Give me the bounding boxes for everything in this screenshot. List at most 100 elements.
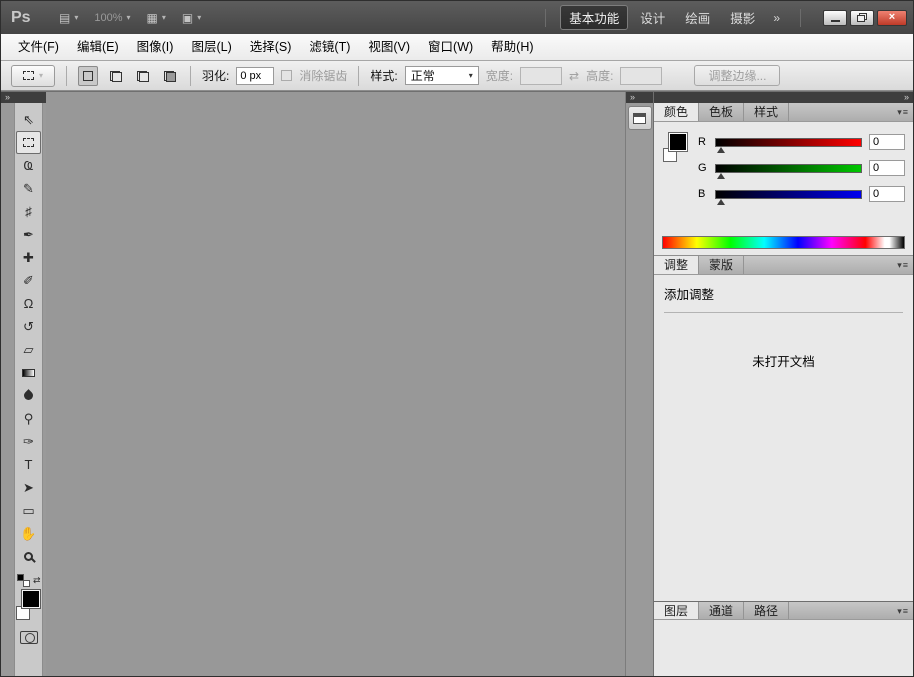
green-value-input[interactable] [869, 160, 905, 176]
hand-tool[interactable]: ✋ [16, 522, 41, 545]
menu-file[interactable]: 文件(F) [9, 34, 68, 60]
menu-edit[interactable]: 编辑(E) [68, 34, 128, 60]
red-value-input[interactable] [869, 134, 905, 150]
spot-healing-brush-icon: ✚ [23, 249, 34, 265]
feather-input[interactable] [236, 66, 275, 85]
tab-masks[interactable]: 蒙版 [699, 256, 745, 274]
blue-slider-thumb[interactable] [717, 198, 725, 205]
spot-healing-brush-tool[interactable]: ✚ [16, 246, 41, 269]
menu-filter[interactable]: 滤镜(T) [300, 34, 359, 60]
adjustments-panel: 调整 蒙版 ▾≡ 添加调整 未打开文档 [654, 256, 913, 601]
eraser-tool[interactable]: ▱ [16, 338, 41, 361]
rectangular-marquee-tool[interactable] [16, 131, 41, 154]
panel-menu-icon[interactable]: ▾≡ [897, 606, 909, 617]
ps-logo: Ps [11, 8, 31, 26]
workspace-essentials-button[interactable]: 基本功能 [560, 5, 629, 30]
panel-dock: » 颜色 色板 样式 ▾≡ R 0 G 0 B 0 调整 蒙版 ▾≡ 添加调整 … [653, 92, 913, 676]
path-selection-tool[interactable]: ➤ [16, 476, 41, 499]
crop-tool[interactable]: ♯ [16, 200, 41, 223]
tab-styles[interactable]: 样式 [744, 103, 790, 121]
default-colors-icon[interactable] [17, 574, 30, 587]
close-button[interactable]: × [877, 9, 907, 26]
menu-window[interactable]: 窗口(W) [419, 34, 482, 60]
add-selection-mode-button[interactable] [105, 66, 125, 86]
dodge-tool[interactable]: ⚲ [16, 407, 41, 430]
new-selection-mode-button[interactable] [78, 65, 98, 86]
brush-icon: ✐ [23, 272, 34, 288]
background-color-swatch[interactable] [15, 606, 30, 620]
lasso-tool[interactable]: Ҩ [16, 154, 41, 177]
zoom-icon [24, 552, 33, 561]
restore-button[interactable] [850, 9, 874, 26]
foreground-color-swatch[interactable] [20, 589, 41, 609]
layers-tabbar: 图层 通道 路径 ▾≡ [654, 601, 913, 620]
type-tool[interactable]: T [16, 453, 41, 476]
color-swatches [15, 589, 42, 623]
tab-color[interactable]: 颜色 [654, 103, 700, 121]
adjustments-body: 添加调整 未打开文档 [654, 275, 913, 601]
rgb-sliders: R G B [698, 132, 905, 226]
menu-help[interactable]: 帮助(H) [482, 34, 542, 60]
swap-colors-icon[interactable]: ⇄ [33, 575, 41, 586]
refine-edge-button: 调整边缘... [694, 65, 781, 86]
divider [545, 8, 547, 27]
brush-tool[interactable]: ✐ [16, 269, 41, 292]
tab-channels[interactable]: 通道 [699, 602, 745, 619]
tool-options-bar: ▾ 羽化: 消除锯齿 样式: 正常 ▾ 宽度: ⇄ 高度: 调整边缘... [1, 61, 913, 91]
blue-slider[interactable] [715, 189, 862, 205]
minimize-button[interactable] [823, 9, 847, 26]
pen-tool[interactable]: ✑ [16, 430, 41, 453]
app-bar-tools: ▤ ▾ 100% ▾ ▦ ▾ ▣ ▾ [59, 11, 201, 25]
view-extras-button[interactable]: ▦ ▾ [147, 11, 166, 25]
menu-image[interactable]: 图像(I) [128, 34, 183, 60]
chevron-down-icon: ▾ [74, 13, 79, 22]
main-area: » ⇖ Ҩ ✎ ♯ ✒ ✚ ✐ Ω ↺ ▱ ⚲ ✑ T ➤ ▭ ✋ ⇄ » » … [1, 91, 913, 676]
menu-select[interactable]: 选择(S) [241, 34, 301, 60]
gradient-tool[interactable] [16, 361, 41, 384]
subtract-selection-mode-button[interactable] [132, 66, 152, 86]
quick-selection-tool[interactable]: ✎ [16, 177, 41, 200]
eyedropper-tool[interactable]: ✒ [16, 223, 41, 246]
tab-swatches[interactable]: 色板 [699, 103, 745, 121]
tool-preset-picker[interactable]: ▾ [11, 64, 55, 87]
screen-mode-button[interactable]: ▣ ▾ [182, 11, 201, 25]
zoom-tool[interactable] [16, 545, 41, 568]
tab-paths[interactable]: 路径 [744, 602, 790, 619]
panel-color-swatches [662, 132, 698, 226]
blue-value-input[interactable] [869, 186, 905, 202]
workspace-design-button[interactable]: 设计 [632, 6, 673, 29]
red-slider[interactable] [715, 137, 862, 153]
green-slider-thumb[interactable] [717, 172, 725, 179]
blur-tool[interactable] [16, 384, 41, 407]
green-channel-label: G [698, 162, 707, 174]
mini-dock-collapse-strip[interactable]: » [626, 92, 653, 103]
view-extras-icon: ▦ [146, 10, 158, 25]
quick-mask-button[interactable] [19, 631, 38, 644]
style-select-value: 正常 [410, 69, 435, 83]
tab-layers[interactable]: 图层 [654, 602, 700, 619]
rectangle-tool[interactable]: ▭ [16, 499, 41, 522]
panel-menu-icon[interactable]: ▾≡ [897, 260, 909, 271]
workspace-overflow-chevron[interactable]: » [767, 11, 786, 25]
collapsed-panel-button[interactable] [627, 106, 652, 130]
red-slider-thumb[interactable] [717, 146, 725, 153]
style-select[interactable]: 正常 ▾ [404, 66, 479, 85]
collapsed-panel-dock: » [625, 92, 653, 676]
menu-layer[interactable]: 图层(L) [182, 34, 240, 60]
workspace-photography-button[interactable]: 摄影 [722, 6, 763, 29]
panel-menu-icon[interactable]: ▾≡ [897, 107, 909, 118]
history-brush-tool[interactable]: ↺ [16, 315, 41, 338]
green-slider[interactable] [715, 163, 862, 179]
toolbar-collapse-strip[interactable]: » [1, 92, 46, 103]
tab-adjustments[interactable]: 调整 [654, 256, 700, 274]
workspace-painting-button[interactable]: 绘画 [677, 6, 718, 29]
arrange-documents-button[interactable]: ▤ ▾ [59, 11, 78, 25]
width-input [520, 66, 563, 85]
clone-stamp-tool[interactable]: Ω [16, 292, 41, 315]
color-spectrum-ramp[interactable] [662, 236, 905, 249]
menu-view[interactable]: 视图(V) [359, 34, 419, 60]
dock-collapse-strip[interactable]: » [654, 92, 913, 103]
panel-foreground-swatch[interactable] [668, 132, 688, 152]
move-tool[interactable]: ⇖ [16, 108, 41, 131]
intersect-selection-mode-button[interactable] [159, 66, 179, 86]
